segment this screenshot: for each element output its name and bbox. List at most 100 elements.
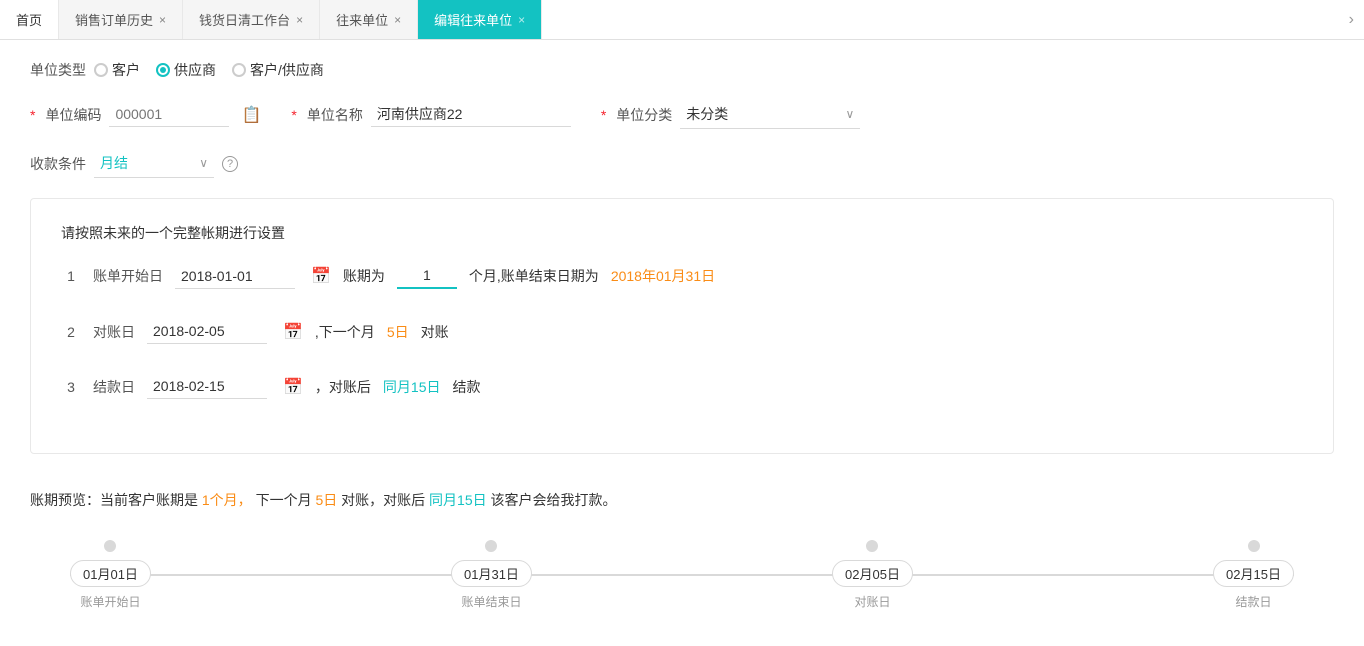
step-2: 2 (61, 322, 81, 342)
unit-type-row: 单位类型 客户 供应商 客户/供应商 (30, 60, 1334, 80)
radio-both-circle (232, 63, 246, 77)
row3-date-input[interactable] (147, 374, 267, 399)
radio-supplier-circle (156, 63, 170, 77)
preview-highlight1: 1个月， (202, 492, 252, 508)
row3-label: 结款日 (93, 377, 135, 397)
point-dot-1 (104, 540, 116, 552)
tab-more-arrow[interactable]: › (1339, 0, 1364, 39)
row3-highlight: 同月15日 (383, 377, 441, 397)
unit-category-label: 单位分类 (616, 105, 672, 125)
tab-cashier-label: 钱货日清工作台 (199, 10, 290, 29)
point-date-2: 01月31日 (451, 560, 532, 587)
radio-customer-label: 客户 (112, 60, 140, 80)
radio-customer[interactable]: 客户 (94, 60, 140, 80)
timeline-point-1: 01月01日 账单开始日 (70, 540, 151, 610)
tab-bar: 首页 销售订单历史 × 钱货日清工作台 × 往来单位 × 编辑往来单位 × › (0, 0, 1364, 40)
point-date-1: 01月01日 (70, 560, 151, 587)
preview-middle2: 对账，对账后 (341, 492, 425, 508)
preview-middle: 下一个月 (256, 492, 312, 508)
point-desc-3: 对账日 (854, 593, 890, 610)
tab-counterparty[interactable]: 往来单位 × (320, 0, 418, 39)
timeline-point-3: 02月05日 对账日 (832, 540, 913, 610)
row2-suffix-after: 对账 (421, 322, 449, 342)
tab-counterparty-label: 往来单位 (336, 10, 388, 29)
main-content: 单位类型 客户 供应商 客户/供应商 * 单位编码 (0, 40, 1364, 646)
tab-cashier-close[interactable]: × (296, 13, 303, 27)
row2-calendar-icon[interactable]: 📅 (283, 322, 303, 342)
radio-customer-circle (94, 63, 108, 77)
point-desc-4: 结款日 (1236, 593, 1272, 610)
tab-sales-history[interactable]: 销售订单历史 × (59, 0, 183, 39)
row1-period-input[interactable] (397, 263, 457, 289)
row1-end-date: 2018年01月31日 (611, 266, 715, 286)
tab-home[interactable]: 首页 (0, 0, 59, 39)
radio-group: 客户 供应商 客户/供应商 (94, 60, 324, 80)
unit-type-label: 单位类型 (30, 60, 86, 80)
payment-terms-row: 收款条件 月结 ∨ ? (30, 149, 1334, 178)
timeline-point-2: 01月31日 账单结束日 (451, 540, 532, 610)
payment-terms-label: 收款条件 (30, 154, 86, 174)
point-desc-1: 账单开始日 (80, 593, 140, 610)
tab-sales-history-label: 销售订单历史 (75, 10, 153, 29)
help-icon[interactable]: ? (222, 156, 238, 172)
row2-suffix-before: ,下一个月 (315, 322, 375, 342)
point-date-3: 02月05日 (832, 560, 913, 587)
tab-counterparty-close[interactable]: × (394, 13, 401, 27)
preview-prefix: 账期预览：当前客户账期是 (30, 492, 198, 508)
unit-code-label: 单位编码 (45, 105, 101, 125)
point-dot-4 (1248, 540, 1260, 552)
settings-panel: 请按照未来的一个完整帐期进行设置 1 账单开始日 📅 账期为 个月,账单结束日期… (30, 198, 1334, 454)
preview-text: 账期预览：当前客户账期是 1个月， 下一个月 5日 对账，对账后 同月15日 该… (30, 490, 1334, 510)
row1-period-prefix: 账期为 (343, 266, 385, 286)
row3-calendar-icon[interactable]: 📅 (283, 377, 303, 397)
payment-terms-group: 收款条件 月结 ∨ ? (30, 149, 238, 178)
row2-date-input[interactable] (147, 319, 267, 344)
settings-row-2: 2 对账日 📅 ,下一个月 5日 对账 (61, 319, 1303, 344)
payment-terms-arrow: ∨ (199, 156, 208, 170)
unit-code-input[interactable] (109, 102, 229, 127)
settings-row-1: 1 账单开始日 📅 账期为 个月,账单结束日期为 2018年01月31日 (61, 263, 1303, 289)
row2-highlight: 5日 (387, 322, 409, 342)
tab-sales-history-close[interactable]: × (159, 13, 166, 27)
tab-edit-close[interactable]: × (518, 13, 525, 27)
unit-category-group: * 单位分类 未分类 ∨ (601, 100, 860, 129)
unit-code-icon[interactable]: 📋 (241, 105, 261, 125)
preview-highlight3: 同月15日 (429, 492, 487, 508)
unit-name-label: 单位名称 (307, 105, 363, 125)
preview-section: 账期预览：当前客户账期是 1个月， 下一个月 5日 对账，对账后 同月15日 该… (30, 474, 1334, 626)
radio-supplier[interactable]: 供应商 (156, 60, 216, 80)
payment-terms-select[interactable]: 月结 ∨ (94, 149, 214, 178)
row2-label: 对账日 (93, 322, 135, 342)
preview-highlight2: 5日 (315, 492, 337, 508)
unit-category-value: 未分类 (686, 104, 841, 124)
unit-name-star: * (291, 107, 296, 123)
radio-both-label: 客户/供应商 (250, 60, 324, 80)
radio-supplier-label: 供应商 (174, 60, 216, 80)
step-3: 3 (61, 377, 81, 397)
unit-name-input[interactable] (371, 102, 571, 127)
radio-both[interactable]: 客户/供应商 (232, 60, 324, 80)
tab-edit-counterparty[interactable]: 编辑往来单位 × (418, 0, 542, 39)
unit-category-arrow: ∨ (845, 107, 854, 121)
unit-code-star: * (30, 107, 35, 123)
row1-period-suffix: 个月,账单结束日期为 (469, 266, 599, 286)
unit-type-group: 单位类型 客户 供应商 客户/供应商 (30, 60, 324, 80)
point-dot-2 (485, 540, 497, 552)
row3-suffix-before: ，对账后 (315, 377, 371, 397)
unit-info-row: * 单位编码 📋 * 单位名称 * 单位分类 未分类 ∨ (30, 100, 1334, 129)
settings-title: 请按照未来的一个完整帐期进行设置 (61, 223, 1303, 243)
timeline-container: 01月01日 账单开始日 01月31日 账单结束日 02月05日 对账日 02月… (30, 540, 1334, 610)
step-1: 1 (61, 266, 81, 286)
unit-category-star: * (601, 107, 606, 123)
settings-row-3: 3 结款日 📅 ，对账后 同月15日 结款 (61, 374, 1303, 399)
unit-category-select[interactable]: 未分类 ∨ (680, 100, 860, 129)
tab-home-label: 首页 (16, 10, 42, 29)
row1-calendar-icon[interactable]: 📅 (311, 266, 331, 286)
tab-cashier-workbench[interactable]: 钱货日清工作台 × (183, 0, 320, 39)
timeline-points: 01月01日 账单开始日 01月31日 账单结束日 02月05日 对账日 02月… (70, 540, 1294, 610)
unit-code-group: * 单位编码 📋 (30, 102, 261, 127)
point-desc-2: 账单结束日 (461, 593, 521, 610)
row1-date-input[interactable] (175, 264, 295, 289)
payment-terms-value: 月结 (100, 153, 195, 173)
unit-name-group: * 单位名称 (291, 102, 570, 127)
